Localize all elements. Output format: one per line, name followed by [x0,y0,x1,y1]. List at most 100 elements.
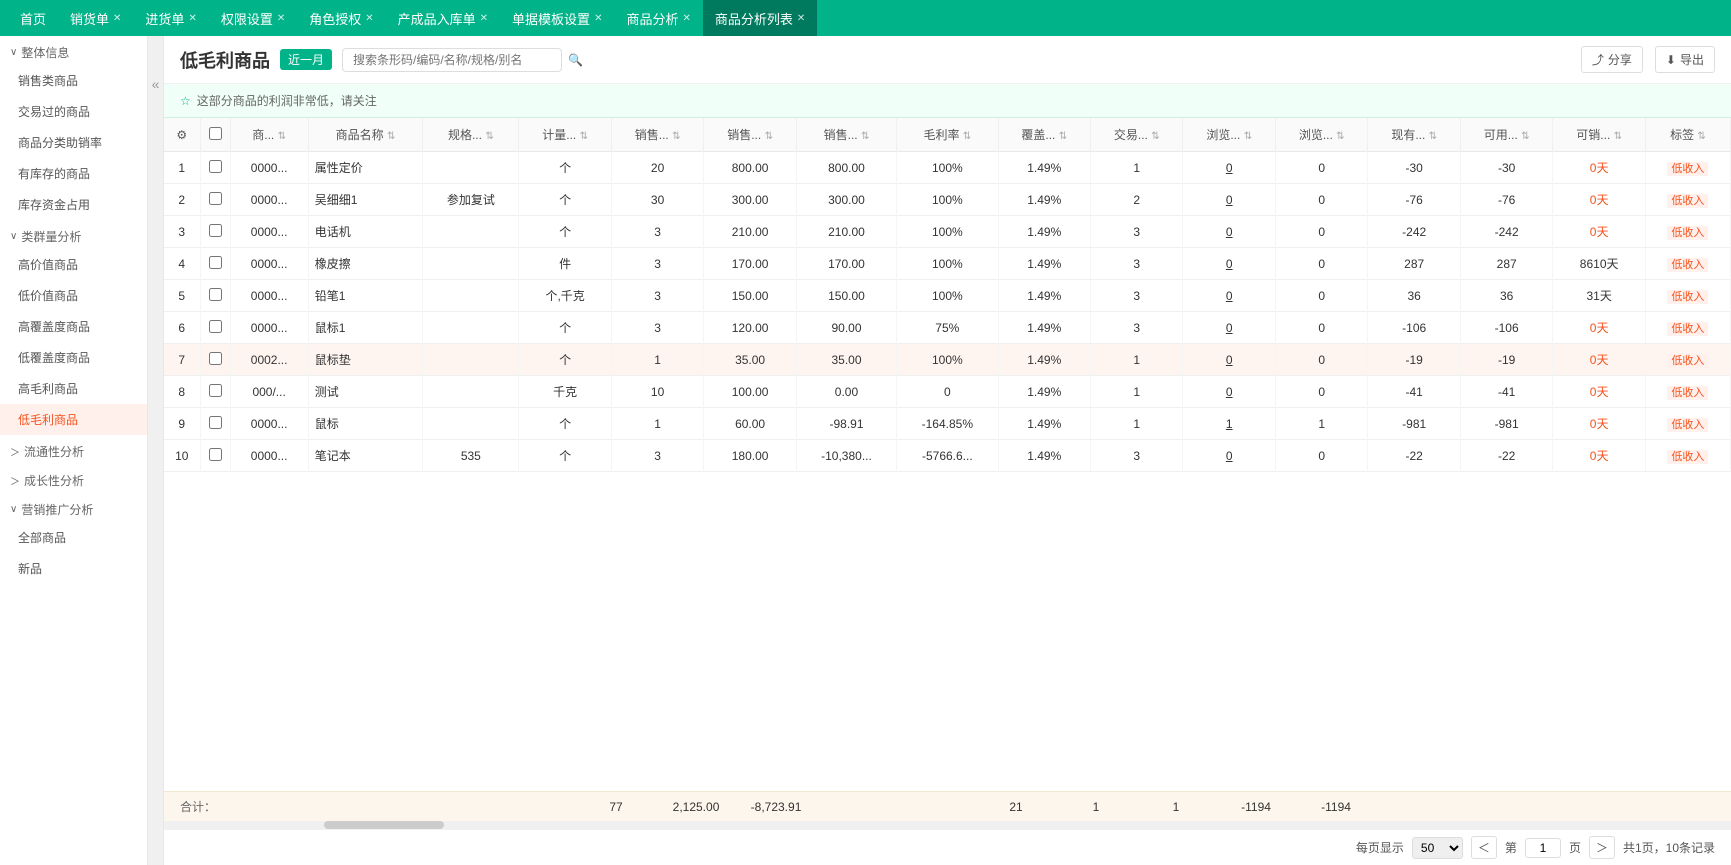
row-checkbox[interactable] [200,376,230,408]
col-unit[interactable]: 计量... ⇅ [519,118,611,152]
share-button[interactable]: ⤴ 分享 [1581,46,1643,73]
row-checkbox[interactable] [200,280,230,312]
row-select-checkbox[interactable] [209,416,222,429]
row-available: 36 [1460,280,1552,312]
row-select-checkbox[interactable] [209,320,222,333]
close-sales-order-icon[interactable]: ✕ [113,13,121,24]
total-record-label: 共1页，10条记录 [1623,839,1715,856]
row-trade-count: 1 [1090,376,1182,408]
row-select-checkbox[interactable] [209,384,222,397]
col-sales-profit[interactable]: 销售... ⇅ [796,118,896,152]
row-checkbox[interactable] [200,248,230,280]
sidebar-item-in-stock[interactable]: 有库存的商品 [0,158,147,189]
sidebar-item-category-sales-rate[interactable]: 商品分类助销率 [0,127,147,158]
chevron-right-icon: ＞ [10,473,20,488]
row-checkbox[interactable] [200,216,230,248]
row-available: -19 [1460,344,1552,376]
col-sales-count[interactable]: 销售... ⇅ [611,118,703,152]
row-checkbox[interactable] [200,152,230,184]
sidebar-item-new-products[interactable]: 新品 [0,553,147,584]
close-role-icon[interactable]: ✕ [365,13,373,24]
nav-product-analysis[interactable]: 商品分析 ✕ [614,0,702,36]
next-page-button[interactable]: ＞ [1589,836,1615,859]
sidebar-item-low-coverage[interactable]: 低覆盖度商品 [0,342,147,373]
col-sales-price[interactable]: 销售... ⇅ [704,118,796,152]
row-select-checkbox[interactable] [209,448,222,461]
nav-home[interactable]: 首页 [8,0,58,36]
nav-sales-order[interactable]: 销货单 ✕ [58,0,133,36]
col-checkbox[interactable] [200,118,230,152]
recent-tag[interactable]: 近一月 [280,49,332,70]
col-tag[interactable]: 标签 ⇅ [1645,118,1730,152]
col-view1[interactable]: 浏览... ⇅ [1183,118,1275,152]
row-select-checkbox[interactable] [209,192,222,205]
sidebar-item-inventory-capital[interactable]: 库存资金占用 [0,189,147,220]
nav-permission-settings[interactable]: 权限设置 ✕ [209,0,297,36]
nav-role-auth[interactable]: 角色授权 ✕ [297,0,385,36]
search-input[interactable] [342,48,562,72]
col-coverage[interactable]: 覆盖... ⇅ [998,118,1090,152]
close-inbound-icon[interactable]: ✕ [480,13,488,24]
close-product-list-icon[interactable]: ✕ [797,13,805,24]
col-spec[interactable]: 规格... ⇅ [423,118,519,152]
col-current[interactable]: 现有... ⇅ [1368,118,1460,152]
sidebar-group-growth[interactable]: ＞ 成长性分析 [0,464,147,493]
col-code[interactable]: 商... ⇅ [230,118,308,152]
scroll-thumb[interactable] [324,821,444,829]
sidebar-group-liquidity[interactable]: ＞ 流通性分析 [0,435,147,464]
row-checkbox[interactable] [200,312,230,344]
export-button[interactable]: ⬇ 导出 [1655,46,1715,73]
page-number-input[interactable] [1525,838,1561,858]
row-select-checkbox[interactable] [209,352,222,365]
nav-purchase-order[interactable]: 进货单 ✕ [133,0,208,36]
sidebar-item-low-margin[interactable]: 低毛利商品 [0,404,147,435]
col-name[interactable]: 商品名称 ⇅ [308,118,423,152]
col-saleable[interactable]: 可销... ⇅ [1553,118,1645,152]
sidebar-group-overall[interactable]: ∨ 整体信息 [0,36,147,65]
row-select-checkbox[interactable] [209,160,222,173]
row-checkbox[interactable] [200,408,230,440]
sidebar-item-traded-products[interactable]: 交易过的商品 [0,96,147,127]
row-name: 吴细细1 [308,184,423,216]
sidebar-item-high-margin[interactable]: 高毛利商品 [0,373,147,404]
nav-product-analysis-list[interactable]: 商品分析列表 ✕ [703,0,817,36]
col-trade-count[interactable]: 交易... ⇅ [1090,118,1182,152]
row-sales-count: 3 [611,216,703,248]
row-select-checkbox[interactable] [209,288,222,301]
close-purchase-order-icon[interactable]: ✕ [188,13,196,24]
row-checkbox[interactable] [200,440,230,472]
row-tag: 低收入 [1645,376,1730,408]
sidebar-item-sales-products[interactable]: 销售类商品 [0,65,147,96]
table-row: 4 0000... 橡皮擦 件 3 170.00 170.00 100% 1.4… [164,248,1731,280]
footer-profit: -8,723.91 [736,800,816,814]
close-template-icon[interactable]: ✕ [594,13,602,24]
close-product-analysis-icon[interactable]: ✕ [682,13,690,24]
row-tag: 低收入 [1645,216,1730,248]
sidebar-group-marketing[interactable]: ∨ 营销推广分析 [0,493,147,522]
prev-page-button[interactable]: ＜ [1471,836,1497,859]
col-view2[interactable]: 浏览... ⇅ [1275,118,1367,152]
sidebar-item-all-products[interactable]: 全部商品 [0,522,147,553]
select-all-checkbox[interactable] [209,127,222,140]
nav-template-settings[interactable]: 单据模板设置 ✕ [500,0,614,36]
sidebar-group-cluster[interactable]: ∨ 类群量分析 [0,220,147,249]
sidebar-item-high-value[interactable]: 高价值商品 [0,249,147,280]
row-checkbox[interactable] [200,344,230,376]
horizontal-scrollbar[interactable] [164,821,1731,829]
row-sales-count: 3 [611,248,703,280]
close-permission-icon[interactable]: ✕ [277,13,285,24]
page-size-select[interactable]: 50 20 100 [1412,837,1463,859]
sidebar-collapse-button[interactable]: « [148,36,164,865]
row-select-checkbox[interactable] [209,224,222,237]
sidebar-item-high-coverage[interactable]: 高覆盖度商品 [0,311,147,342]
col-available[interactable]: 可用... ⇅ [1460,118,1552,152]
row-view2: 0 [1275,280,1367,312]
nav-product-inbound[interactable]: 产成品入库单 ✕ [386,0,500,36]
col-setting[interactable]: ⚙ [164,118,200,152]
col-gross-margin[interactable]: 毛利率 ⇅ [897,118,998,152]
sidebar-item-low-value[interactable]: 低价值商品 [0,280,147,311]
row-select-checkbox[interactable] [209,256,222,269]
row-checkbox[interactable] [200,184,230,216]
search-icon[interactable]: 🔍 [568,53,583,67]
row-saleable: 0天 [1553,408,1645,440]
